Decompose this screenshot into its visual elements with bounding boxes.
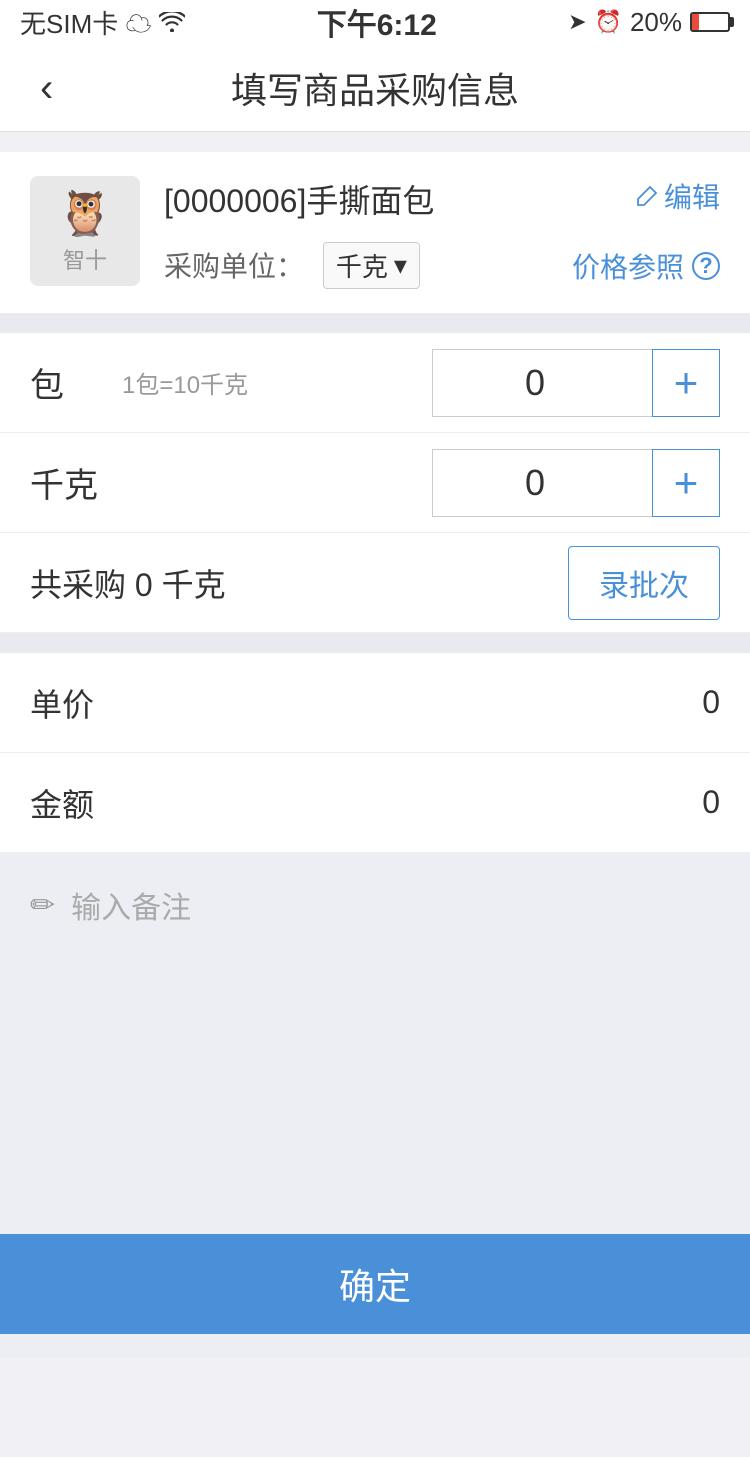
remark-placeholder: 输入备注 xyxy=(71,883,191,927)
product-logo-icon: 🦉 xyxy=(58,187,113,239)
remark-section[interactable]: ✏ 输入备注 xyxy=(0,853,750,957)
product-image-label: 智十 xyxy=(63,243,107,275)
product-card: 🦉 智十 [0000006]手撕面包 编辑 采购单位： 千克 ▾ xyxy=(0,152,750,313)
amount-row: 金额 0 xyxy=(0,753,750,853)
status-left: 无SIM卡 ☁ xyxy=(20,4,185,41)
unit-price-label: 单价 xyxy=(30,680,94,726)
help-icon: ? xyxy=(692,252,720,280)
edit-icon xyxy=(636,185,658,207)
bag-input-row: 包 1包=10千克 + xyxy=(0,333,750,433)
amount-value: 0 xyxy=(702,784,720,821)
product-image: 🦉 智十 xyxy=(30,176,140,286)
battery-icon xyxy=(690,12,730,32)
edit-button[interactable]: 编辑 xyxy=(636,176,720,216)
kg-label: 千克 xyxy=(30,458,110,507)
unit-dropdown[interactable]: 千克 ▾ xyxy=(323,242,420,289)
total-text: 共采购 0 千克 xyxy=(30,560,226,606)
location-icon: ➤ xyxy=(568,9,586,35)
input-section: 包 1包=10千克 + 千克 + xyxy=(0,333,750,533)
product-header: [0000006]手撕面包 编辑 xyxy=(164,176,720,222)
section-divider-1 xyxy=(0,313,750,333)
wifi-icon xyxy=(159,12,185,32)
battery-percent: 20% xyxy=(630,7,682,38)
unit-price-value: 0 xyxy=(702,684,720,721)
kg-input-row: 千克 + xyxy=(0,433,750,533)
price-ref-button[interactable]: 价格参照 ? xyxy=(572,246,720,286)
status-right: ➤ ⏰ 20% xyxy=(568,7,730,38)
price-section: 单价 0 金额 0 xyxy=(0,653,750,853)
status-time: 下午6:12 xyxy=(317,0,437,44)
section-divider-2 xyxy=(0,633,750,653)
product-info: [0000006]手撕面包 编辑 采购单位： 千克 ▾ 价格参照 ? xyxy=(164,176,720,289)
chevron-down-icon: ▾ xyxy=(394,250,407,281)
bag-plus-button[interactable]: + xyxy=(652,349,720,417)
confirm-button-label: 确定 xyxy=(339,1258,411,1310)
page-title: 填写商品采购信息 xyxy=(231,62,519,114)
status-bar: 无SIM卡 ☁ 下午6:12 ➤ ⏰ 20% xyxy=(0,0,750,44)
bottom-spacer xyxy=(0,1357,750,1457)
bag-label: 包 xyxy=(30,358,110,407)
sim-label: 无SIM卡 ☁ xyxy=(20,4,151,41)
amount-label: 金额 xyxy=(30,780,94,826)
bag-quantity-input[interactable] xyxy=(432,349,652,417)
unit-section: 采购单位： 千克 ▾ xyxy=(164,242,420,289)
kg-plus-button[interactable]: + xyxy=(652,449,720,517)
product-meta: 采购单位： 千克 ▾ 价格参照 ? xyxy=(164,242,720,289)
unit-label: 采购单位： xyxy=(164,251,304,282)
record-batch-button[interactable]: 录批次 xyxy=(568,546,720,620)
pencil-icon: ✏ xyxy=(30,888,55,923)
unit-price-row: 单价 0 xyxy=(0,653,750,753)
confirm-button[interactable]: 确定 xyxy=(0,1234,750,1334)
back-button[interactable]: ‹ xyxy=(30,58,63,118)
kg-quantity-input[interactable] xyxy=(432,449,652,517)
alarm-icon: ⏰ xyxy=(595,9,622,35)
product-name: [0000006]手撕面包 xyxy=(164,176,434,222)
nav-bar: ‹ 填写商品采购信息 xyxy=(0,44,750,132)
total-row: 共采购 0 千克 录批次 xyxy=(0,533,750,633)
bag-sub-label: 1包=10千克 xyxy=(122,365,432,400)
kg-quantity-control: + xyxy=(432,449,720,517)
bag-quantity-control: + xyxy=(432,349,720,417)
